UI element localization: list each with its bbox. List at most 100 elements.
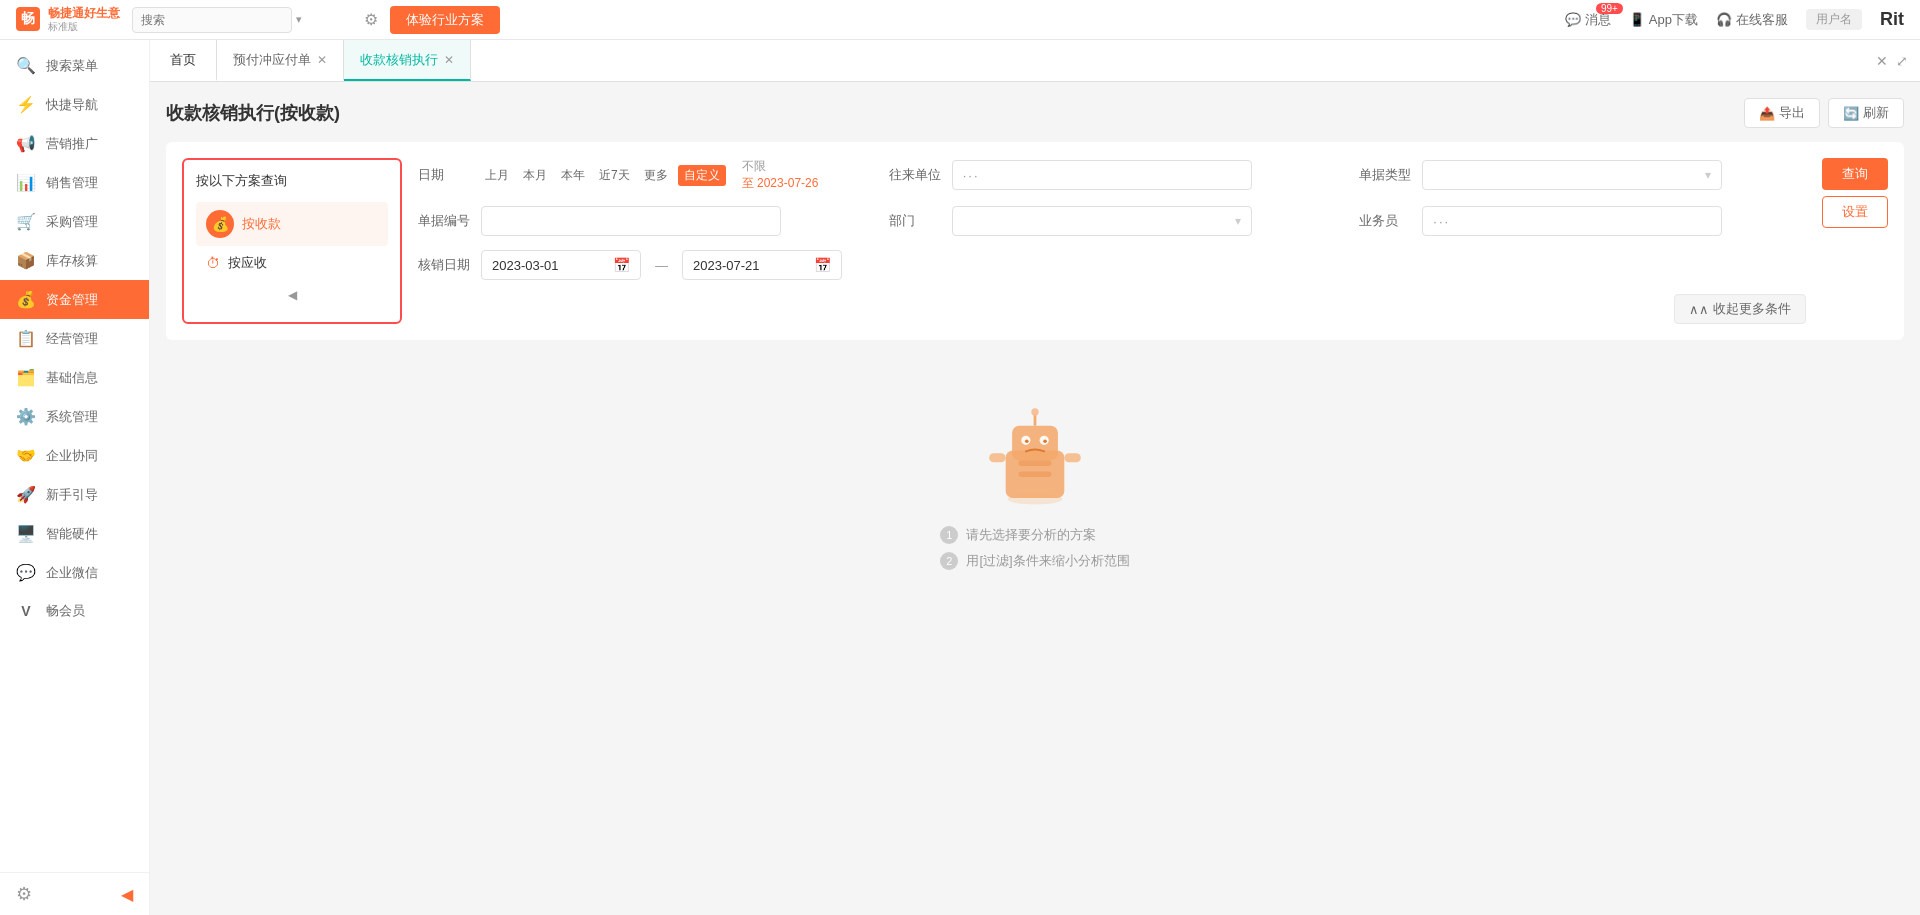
staff-select-dots: ··· [1433,214,1450,229]
empty-state: 1 请先选择要分析的方案 2 用[过滤]条件来缩小分析范围 [166,340,1904,630]
settings-button[interactable]: 设置 [1822,196,1888,228]
shortcut-this-year[interactable]: 本年 [557,165,589,186]
hardware-icon: 🖥️ [16,524,36,543]
staff-select[interactable]: ··· [1422,206,1722,236]
verify-date-field: 核销日期 2023-03-01 📅 — 2023-07-21 📅 [418,250,1806,280]
filter-option-by-receivable[interactable]: ⏱ 按应收 [196,246,388,280]
sidebar-item-purchase[interactable]: 🛒 采购管理 [0,202,149,241]
doctype-select[interactable]: ▾ [1422,160,1722,190]
verify-end-input[interactable]: 2023-07-21 📅 [682,250,842,280]
sidebar: 🔍 搜索菜单 ⚡ 快捷导航 📢 营销推广 📊 销售管理 🛒 采购管理 📦 [0,40,150,915]
sidebar-item-management[interactable]: 📋 经营管理 [0,319,149,358]
sidebar-item-guide[interactable]: 🚀 新手引导 [0,475,149,514]
sidebar-item-finance[interactable]: 💰 资金管理 [0,280,149,319]
tab-bar: 首页 预付冲应付单 ✕ 收款核销执行 ✕ ✕ ⤢ [150,40,1920,82]
filter-row-2: 单据编号 部门 ▾ 业务员 [418,206,1806,236]
online-service-button[interactable]: 🎧 在线客服 [1716,11,1788,29]
counterparty-field: 往来单位 ··· [889,160,1336,190]
search-area: ▾ [132,7,352,33]
sidebar-item-collab[interactable]: 🤝 企业协同 [0,436,149,475]
page-title: 收款核销执行(按收款) [166,101,340,125]
collapse-more-button[interactable]: ∧∧ 收起更多条件 [1674,294,1806,324]
page-content: 收款核销执行(按收款) 📤 导出 🔄 刷新 按以下方案查询 [150,82,1920,915]
chevron-down-icon: ▾ [296,13,302,26]
sales-icon: 📊 [16,173,36,192]
tab-prepay[interactable]: 预付冲应付单 ✕ [217,40,344,81]
docno-input[interactable] [481,206,781,236]
tab-expand-icon[interactable]: ⤢ [1896,53,1908,69]
collapse-icon: ◀ [288,288,297,302]
settings-icon[interactable]: ⚙ [16,883,32,905]
member-icon: V [16,603,36,619]
tab-close-all-icon[interactable]: ✕ [1876,53,1888,69]
messages-button[interactable]: 💬 消息 99+ [1565,11,1611,29]
collection-tab-close[interactable]: ✕ [444,53,454,67]
search-input[interactable] [132,7,292,33]
sidebar-item-basicinfo[interactable]: 🗂️ 基础信息 [0,358,149,397]
export-button[interactable]: 📤 导出 [1744,98,1820,128]
solution-button[interactable]: 体验行业方案 [390,6,500,34]
prepay-tab-close[interactable]: ✕ [317,53,327,67]
staff-field: 业务员 ··· [1359,206,1806,236]
tab-controls: ✕ ⤢ [1864,40,1920,81]
gear-icon[interactable]: ⚙ [364,10,378,29]
left-panel-collapse[interactable]: ◀ [196,288,388,302]
service-label: 在线客服 [1736,11,1788,29]
sidebar-item-label: 销售管理 [46,174,98,192]
sidebar-item-inventory[interactable]: 📦 库存核算 [0,241,149,280]
app-label: App下载 [1649,11,1698,29]
refresh-icon: 🔄 [1843,106,1859,121]
collab-icon: 🤝 [16,446,36,465]
date-range-separator: — [655,258,668,273]
filter-left-panel: 按以下方案查询 💰 按收款 ⏱ 按应收 ◀ [182,158,402,324]
finance-icon: 💰 [16,290,36,309]
collapse-sidebar-button[interactable]: ◀ [121,885,133,904]
sidebar-item-label: 企业协同 [46,447,98,465]
sidebar-item-search[interactable]: 🔍 搜索菜单 [0,46,149,85]
sidebar-item-sales[interactable]: 📊 销售管理 [0,163,149,202]
basicinfo-icon: 🗂️ [16,368,36,387]
verify-start-input[interactable]: 2023-03-01 📅 [481,250,641,280]
sidebar-item-system[interactable]: ⚙️ 系统管理 [0,397,149,436]
sidebar-item-wechat[interactable]: 💬 企业微信 [0,553,149,592]
shortcut-this-month[interactable]: 本月 [519,165,551,186]
tip-num-1: 1 [940,526,958,544]
doctype-label: 单据类型 [1359,166,1414,184]
dept-select[interactable]: ▾ [952,206,1252,236]
counterparty-select[interactable]: ··· [952,160,1252,190]
doctype-field: 单据类型 ▾ [1359,160,1806,190]
filter-option-by-payment[interactable]: 💰 按收款 [196,202,388,246]
counterparty-label: 往来单位 [889,166,944,184]
sidebar-item-quicknav[interactable]: ⚡ 快捷导航 [0,85,149,124]
shortcut-more[interactable]: 更多 [640,165,672,186]
tab-home[interactable]: 首页 [150,40,217,81]
sidebar-item-label: 营销推广 [46,135,98,153]
content-area: 首页 预付冲应付单 ✕ 收款核销执行 ✕ ✕ ⤢ 收款核销执行(按收款) [150,40,1920,915]
payment-option-label: 按收款 [242,215,281,233]
sidebar-item-label: 畅会员 [46,602,85,620]
shortcut-7days[interactable]: 近7天 [595,165,634,186]
collection-tab-label: 收款核销执行 [360,51,438,69]
sidebar-item-marketing[interactable]: 📢 营销推广 [0,124,149,163]
service-icon: 🎧 [1716,12,1732,27]
query-button[interactable]: 查询 [1822,158,1888,190]
refresh-button[interactable]: 🔄 刷新 [1828,98,1904,128]
query-btn-group: 查询 设置 [1822,158,1888,228]
sidebar-item-hardware[interactable]: 🖥️ 智能硬件 [0,514,149,553]
shortcut-last-month[interactable]: 上月 [481,165,513,186]
calendar-end-icon[interactable]: 📅 [814,257,831,273]
tab-collection[interactable]: 收款核销执行 ✕ [344,40,471,81]
docno-label: 单据编号 [418,212,473,230]
select-dots: ··· [963,168,980,183]
tip-text-2: 用[过滤]条件来缩小分析范围 [966,552,1129,570]
filter-section: 按以下方案查询 💰 按收款 ⏱ 按应收 ◀ [166,142,1904,340]
export-icon: 📤 [1759,106,1775,121]
app-download-button[interactable]: 📱 App下载 [1629,11,1698,29]
date-label: 日期 [418,166,473,184]
svg-point-5 [1025,439,1029,443]
shortcut-custom[interactable]: 自定义 [678,165,726,186]
collapse-more-label: 收起更多条件 [1713,300,1791,318]
calendar-start-icon[interactable]: 📅 [613,257,630,273]
sidebar-item-member[interactable]: V 畅会员 [0,592,149,630]
user-area[interactable]: 用户名 [1806,9,1862,30]
